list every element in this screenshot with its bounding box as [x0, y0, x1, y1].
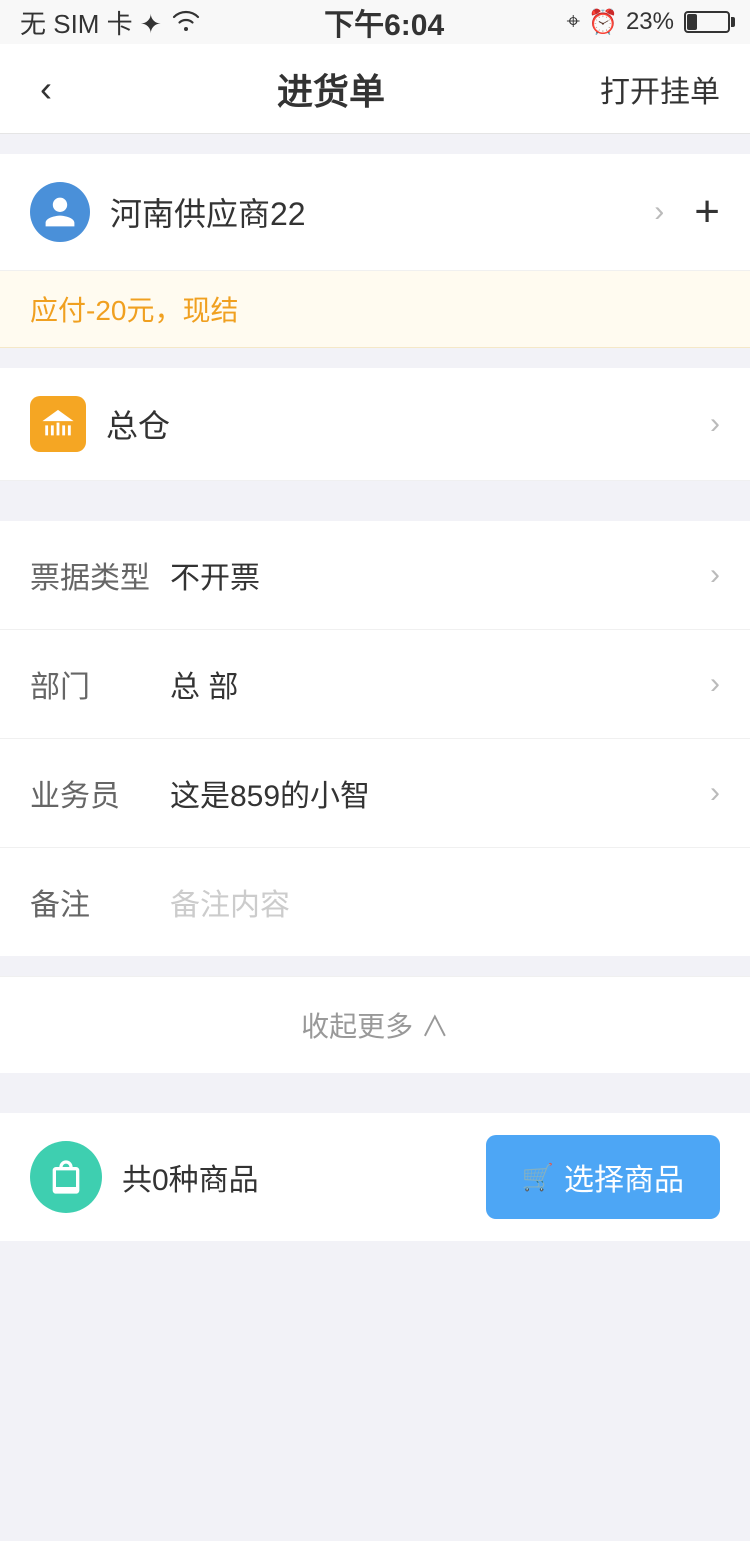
department-value: 总 部	[160, 662, 710, 706]
add-supplier-button[interactable]: +	[694, 187, 720, 237]
open-pending-button[interactable]: 打开挂单	[600, 67, 720, 111]
collapse-row[interactable]: 收起更多 ∧	[0, 976, 750, 1073]
back-button[interactable]: ‹	[30, 58, 62, 120]
status-time: 下午6:04	[324, 0, 444, 44]
warehouse-icon-wrap	[30, 396, 86, 452]
product-bag-icon	[46, 1157, 86, 1197]
product-count: 共0种商品	[122, 1155, 486, 1199]
bottom-background	[0, 1241, 750, 1541]
remark-label: 备注	[30, 880, 160, 924]
select-product-icon: 🛒	[522, 1162, 554, 1193]
supplier-avatar	[30, 182, 90, 242]
product-bar: 共0种商品 🛒 选择商品	[0, 1113, 750, 1241]
invoice-type-label: 票据类型	[30, 553, 160, 597]
warehouse-name: 总仓	[106, 401, 710, 447]
location-icon: ⌖	[567, 8, 581, 36]
select-product-button[interactable]: 🛒 选择商品	[486, 1135, 720, 1219]
department-row[interactable]: 部门 总 部 ›	[0, 630, 750, 739]
section-divider-2	[0, 348, 750, 368]
battery-icon	[684, 11, 730, 33]
supplier-row[interactable]: 河南供应商22 › +	[0, 154, 750, 271]
status-bar: 无 SIM 卡 ✦ 下午6:04 ⌖ ⏰ 23%	[0, 0, 750, 44]
wifi-icon	[170, 7, 202, 38]
person-icon	[42, 194, 78, 230]
warehouse-chevron-icon: ›	[710, 407, 720, 441]
invoice-type-value: 不开票	[160, 553, 710, 597]
remark-row[interactable]: 备注 备注内容	[0, 848, 750, 956]
salesperson-row[interactable]: 业务员 这是859的小智 ›	[0, 739, 750, 848]
salesperson-label: 业务员	[30, 771, 160, 815]
remark-input[interactable]: 备注内容	[160, 880, 720, 924]
page-title: 进货单	[277, 63, 385, 115]
battery-percent: 23%	[626, 8, 674, 36]
invoice-type-row[interactable]: 票据类型 不开票 ›	[0, 521, 750, 630]
warehouse-row[interactable]: 总仓 ›	[0, 368, 750, 481]
sim-label: 无 SIM 卡 ✦	[20, 4, 162, 41]
status-right: ⌖ ⏰ 23%	[567, 8, 730, 37]
department-chevron-icon: ›	[710, 667, 720, 701]
section-divider-3	[0, 481, 750, 501]
department-label: 部门	[30, 662, 160, 706]
section-divider-1	[0, 134, 750, 154]
supplier-section: 河南供应商22 › + 应付-20元，现结	[0, 154, 750, 348]
select-product-label: 选择商品	[564, 1155, 684, 1199]
alarm-icon: ⏰	[588, 8, 618, 37]
nav-bar: ‹ 进货单 打开挂单	[0, 44, 750, 134]
form-section: 票据类型 不开票 › 部门 总 部 › 业务员 这是859的小智 › 备注 备注…	[0, 521, 750, 956]
status-left: 无 SIM 卡 ✦	[20, 4, 202, 41]
collapse-label: 收起更多 ∧	[301, 1005, 449, 1045]
section-divider-4	[0, 1073, 750, 1093]
invoice-type-chevron-icon: ›	[710, 558, 720, 592]
supplier-name: 河南供应商22	[110, 189, 654, 235]
warehouse-building-icon	[41, 407, 75, 441]
product-icon-wrap	[30, 1141, 102, 1213]
notice-bar: 应付-20元，现结	[0, 271, 750, 348]
supplier-chevron-icon: ›	[654, 195, 664, 229]
warehouse-section: 总仓 ›	[0, 368, 750, 481]
notice-text: 应付-20元，现结	[30, 295, 238, 326]
salesperson-chevron-icon: ›	[710, 776, 720, 810]
salesperson-value: 这是859的小智	[160, 771, 710, 815]
